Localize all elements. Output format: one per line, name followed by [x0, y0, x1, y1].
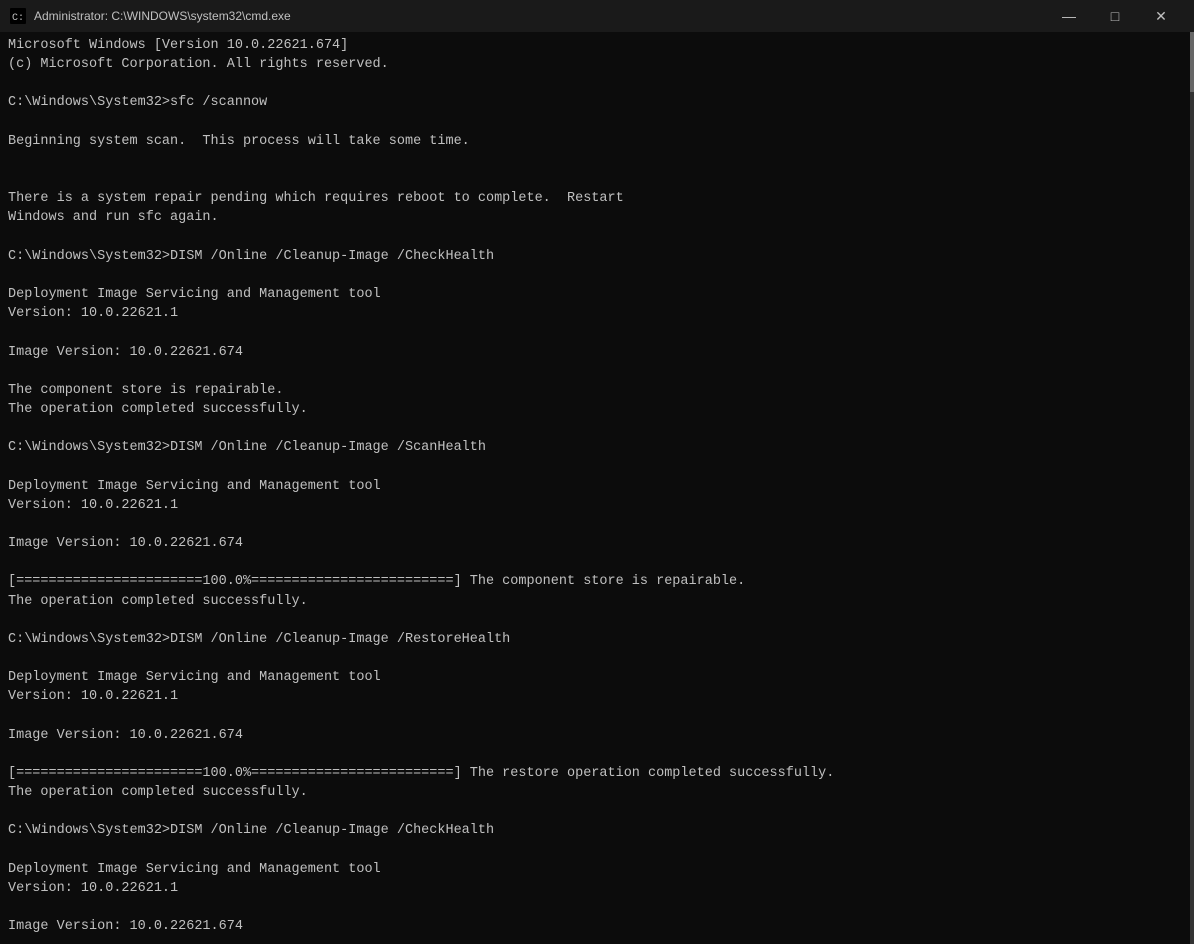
svg-text:C:: C:	[12, 13, 24, 24]
scrollbar[interactable]	[1190, 32, 1194, 944]
terminal-body[interactable]: Microsoft Windows [Version 10.0.22621.67…	[0, 32, 1194, 944]
title-bar: C: Administrator: C:\WINDOWS\system32\cm…	[0, 0, 1194, 32]
window-title: Administrator: C:\WINDOWS\system32\cmd.e…	[34, 9, 1046, 23]
terminal-content: Microsoft Windows [Version 10.0.22621.67…	[8, 36, 1186, 944]
maximize-button[interactable]: □	[1092, 0, 1138, 32]
minimize-button[interactable]: —	[1046, 0, 1092, 32]
window-controls: — □ ✕	[1046, 0, 1184, 32]
cmd-icon: C:	[10, 8, 26, 24]
cmd-window: C: Administrator: C:\WINDOWS\system32\cm…	[0, 0, 1194, 944]
scrollbar-thumb[interactable]	[1190, 32, 1194, 92]
close-button[interactable]: ✕	[1138, 0, 1184, 32]
